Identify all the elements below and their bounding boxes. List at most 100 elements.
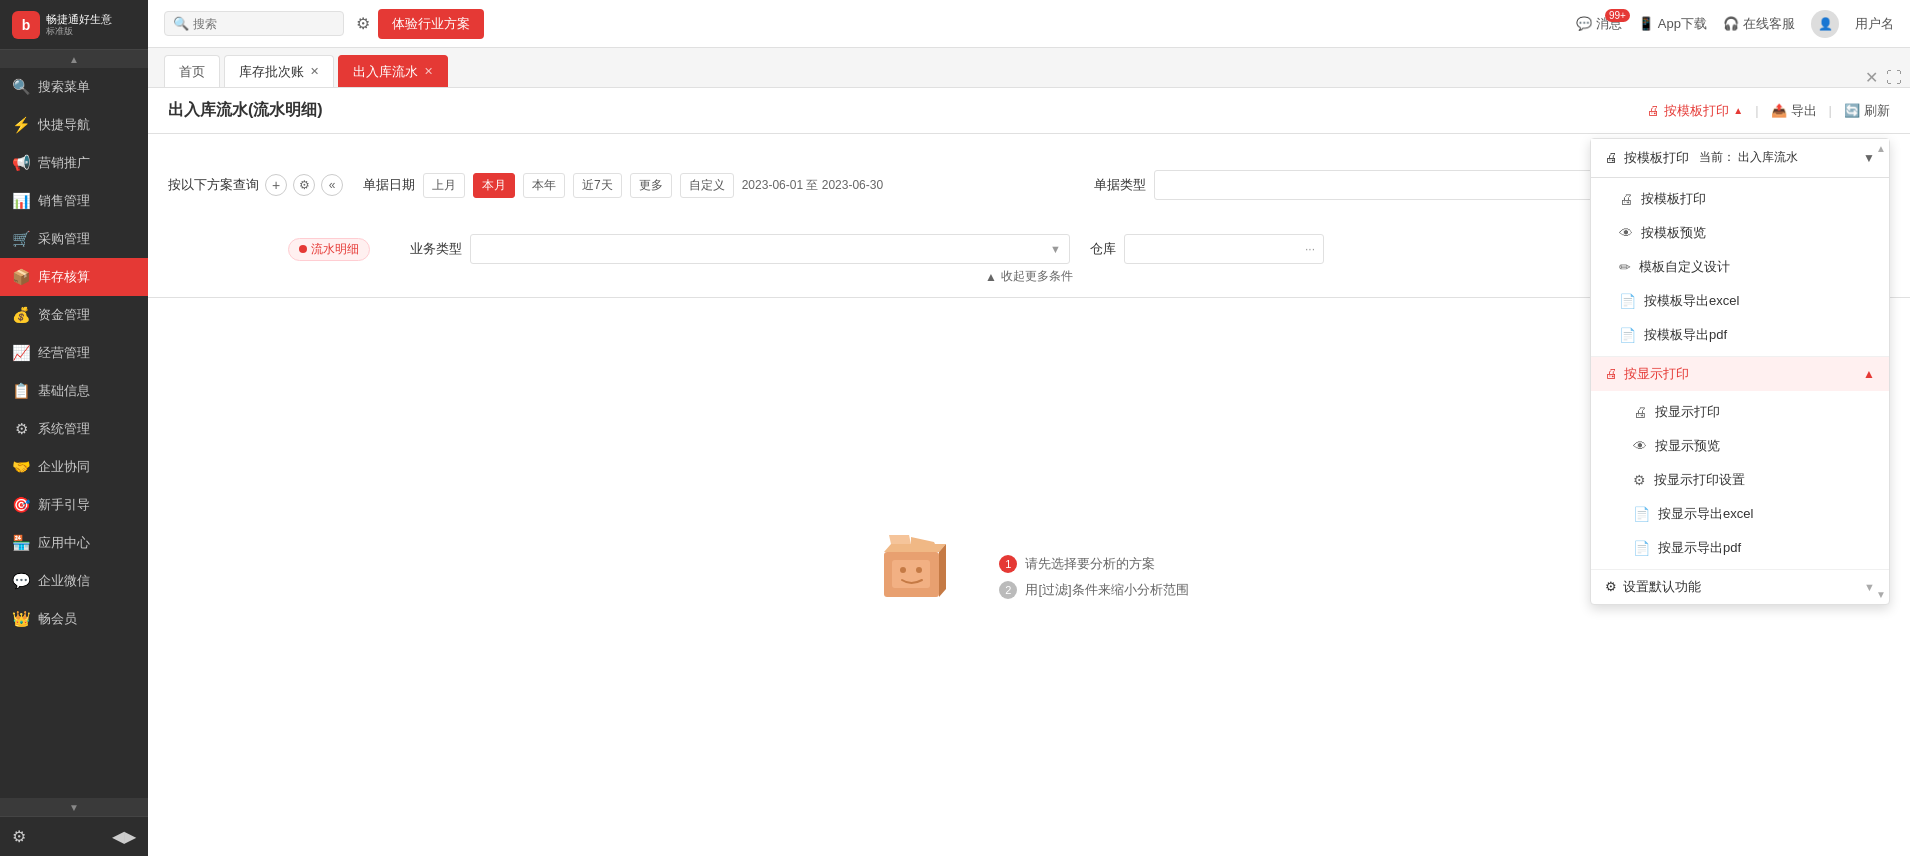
sidebar-label-member: 畅会员 (38, 610, 77, 628)
purchase-icon: 🛒 (12, 230, 30, 248)
svg-point-7 (916, 567, 922, 573)
tip-label-2: 用[过滤]条件来缩小分析范围 (1025, 581, 1188, 599)
tabbar-right: ✕ ⛶ (1865, 68, 1910, 87)
tab-batch[interactable]: 库存批次账 ✕ (224, 55, 334, 87)
display-settings-icon: ⚙ (1633, 472, 1646, 488)
dropdown-footer[interactable]: ⚙ 设置默认功能 ▼ (1591, 570, 1889, 604)
warehouse-more-icon: ··· (1305, 242, 1315, 256)
collapse-btn[interactable]: ▲ 收起更多条件 (985, 268, 1073, 285)
date-filter-area: 单据日期 上月 本月 本年 近7天 更多 自定义 2023-06-01 至 20… (363, 173, 1074, 198)
date-btn-7days[interactable]: 近7天 (573, 173, 622, 198)
close-tab-icon[interactable]: ✕ (1865, 68, 1878, 87)
filter-collapse-btn[interactable]: « (321, 174, 343, 196)
sidebar-label-basic: 基础信息 (38, 382, 90, 400)
date-range: 2023-06-01 至 2023-06-30 (742, 177, 883, 194)
topbar-search-box[interactable]: 🔍 (164, 11, 344, 36)
print-btn[interactable]: 🖨 按模板打印 ▲ (1647, 102, 1743, 120)
current-label: 当前： 出入库流水 (1699, 149, 1798, 166)
empty-illustration (869, 522, 959, 612)
sidebar-label-enterprise: 企业协同 (38, 458, 90, 476)
sidebar-label-inventory: 库存核算 (38, 268, 90, 286)
refresh-icon: 🔄 (1844, 103, 1860, 118)
chevron-up-icon: ▲ (985, 270, 997, 284)
filter-setting-btn[interactable]: ⚙ (293, 174, 315, 196)
sidebar-item-finance[interactable]: 💰 资金管理 (0, 296, 148, 334)
dropdown-item-display-settings[interactable]: ⚙ 按显示打印设置 (1591, 463, 1889, 497)
topbar-left: 🔍 ⚙ 体验行业方案 (164, 9, 1564, 39)
tip-num-2: 2 (999, 581, 1017, 599)
dropdown-item-display-excel[interactable]: 📄 按显示导出excel (1591, 497, 1889, 531)
dropdown-header[interactable]: 🖨 按模板打印 当前： 出入库流水 ▼ (1591, 139, 1889, 178)
dropdown-sub-header[interactable]: 🖨 按显示打印 ▲ (1591, 357, 1889, 391)
warehouse-filter[interactable]: ··· (1124, 234, 1324, 264)
filter-add-btn[interactable]: + (265, 174, 287, 196)
app-logo-icon: b (12, 11, 40, 39)
maximize-icon[interactable]: ⛶ (1886, 69, 1902, 87)
topbar-service[interactable]: 🎧 在线客服 (1723, 15, 1795, 33)
topbar: 🔍 ⚙ 体验行业方案 💬 消息 99+ 📱 App下载 🎧 在线客服 👤 (148, 0, 1910, 48)
dropdown-item-template-preview[interactable]: 👁 按模板预览 (1591, 216, 1889, 250)
sidebar-item-inventory[interactable]: 📦 库存核算 (0, 258, 148, 296)
industry-btn[interactable]: 体验行业方案 (378, 9, 484, 39)
sidebar-item-marketing[interactable]: 📢 营销推广 (0, 144, 148, 182)
batch-tab-close[interactable]: ✕ (310, 65, 319, 78)
avatar[interactable]: 👤 (1811, 10, 1839, 38)
date-btn-last-month[interactable]: 上月 (423, 173, 465, 198)
dropdown-item-template-pdf[interactable]: 📄 按模板导出pdf (1591, 318, 1889, 352)
empty-tip-2: 2 用[过滤]条件来缩小分析范围 (999, 581, 1188, 599)
sidebar-item-shortcut[interactable]: ⚡ 快捷导航 (0, 106, 148, 144)
sidebar-item-wechat[interactable]: 💬 企业微信 (0, 562, 148, 600)
sidebar-item-search[interactable]: 🔍 搜索菜单 (0, 68, 148, 106)
print-dropdown-panel: 🖨 按模板打印 当前： 出入库流水 ▼ 🖨 (1590, 138, 1890, 605)
scroll-down-btn[interactable]: ▼ (0, 798, 148, 816)
dropdown-item-display-print[interactable]: 🖨 按显示打印 (1591, 395, 1889, 429)
sidebar-item-purchase[interactable]: 🛒 采购管理 (0, 220, 148, 258)
topbar-msg[interactable]: 💬 消息 99+ (1576, 15, 1622, 33)
date-btn-this-month[interactable]: 本月 (473, 173, 515, 198)
member-icon: 👑 (12, 610, 30, 628)
dropdown-item-display-pdf[interactable]: 📄 按显示导出pdf (1591, 531, 1889, 565)
system-icon: ⚙ (12, 420, 30, 438)
date-btn-more[interactable]: 更多 (630, 173, 672, 198)
topbar-search-input[interactable] (193, 17, 333, 31)
home-tab-label: 首页 (179, 63, 205, 81)
sidebar-item-enterprise[interactable]: 🤝 企业协同 (0, 448, 148, 486)
dropdown-item-template-excel[interactable]: 📄 按模板导出excel (1591, 284, 1889, 318)
dropdown-item-template-print[interactable]: 🖨 按模板打印 (1591, 182, 1889, 216)
tab-home[interactable]: 首页 (164, 55, 220, 87)
panel-scroll-up[interactable]: ▲ (1876, 143, 1886, 154)
template-pdf-icon: 📄 (1619, 327, 1636, 343)
sidebar-item-system[interactable]: ⚙ 系统管理 (0, 410, 148, 448)
dropdown-item-display-preview[interactable]: 👁 按显示预览 (1591, 429, 1889, 463)
biz-type-arrow: ▼ (1050, 243, 1061, 255)
panel-scroll-down[interactable]: ▼ (1876, 589, 1886, 600)
topbar-gear-icon[interactable]: ⚙ (356, 14, 370, 33)
export-btn[interactable]: 📤 导出 (1771, 102, 1817, 120)
date-btn-custom[interactable]: 自定义 (680, 173, 734, 198)
msg-icon: 💬 (1576, 16, 1592, 31)
collapse-sidebar-icon[interactable]: ◀▶ (112, 827, 136, 846)
sidebar-item-guide[interactable]: 🎯 新手引导 (0, 486, 148, 524)
sidebar-item-operation[interactable]: 📈 经营管理 (0, 334, 148, 372)
empty-content: 1 请先选择要分析的方案 2 用[过滤]条件来缩小分析范围 (869, 522, 1188, 632)
settings-bottom-icon[interactable]: ⚙ (12, 827, 26, 846)
sidebar-item-basic[interactable]: 📋 基础信息 (0, 372, 148, 410)
sidebar-label-marketing: 营销推广 (38, 154, 90, 172)
flow-tab-close[interactable]: ✕ (424, 65, 433, 78)
display-pdf-icon: 📄 (1633, 540, 1650, 556)
sidebar-item-sales[interactable]: 📊 销售管理 (0, 182, 148, 220)
sidebar-item-member[interactable]: 👑 畅会员 (0, 600, 148, 638)
template-print-icon: 🖨 (1619, 191, 1633, 207)
sidebar-label-guide: 新手引导 (38, 496, 90, 514)
app-name: 畅捷通好生意 标准版 (46, 12, 112, 38)
tab-flow[interactable]: 出入库流水 ✕ (338, 55, 448, 87)
sidebar-item-appstore[interactable]: 🏪 应用中心 (0, 524, 148, 562)
scroll-up-btn[interactable]: ▲ (0, 50, 148, 68)
empty-tip-1: 1 请先选择要分析的方案 (999, 555, 1188, 573)
dropdown-item-template-custom[interactable]: ✏ 模板自定义设计 (1591, 250, 1889, 284)
refresh-btn[interactable]: 🔄 刷新 (1844, 102, 1890, 120)
biz-type-select[interactable]: ▼ (470, 234, 1070, 264)
topbar-app[interactable]: 📱 App下载 (1638, 15, 1707, 33)
date-btn-this-year[interactable]: 本年 (523, 173, 565, 198)
filter-tag-area: 流水明细 (288, 238, 370, 261)
